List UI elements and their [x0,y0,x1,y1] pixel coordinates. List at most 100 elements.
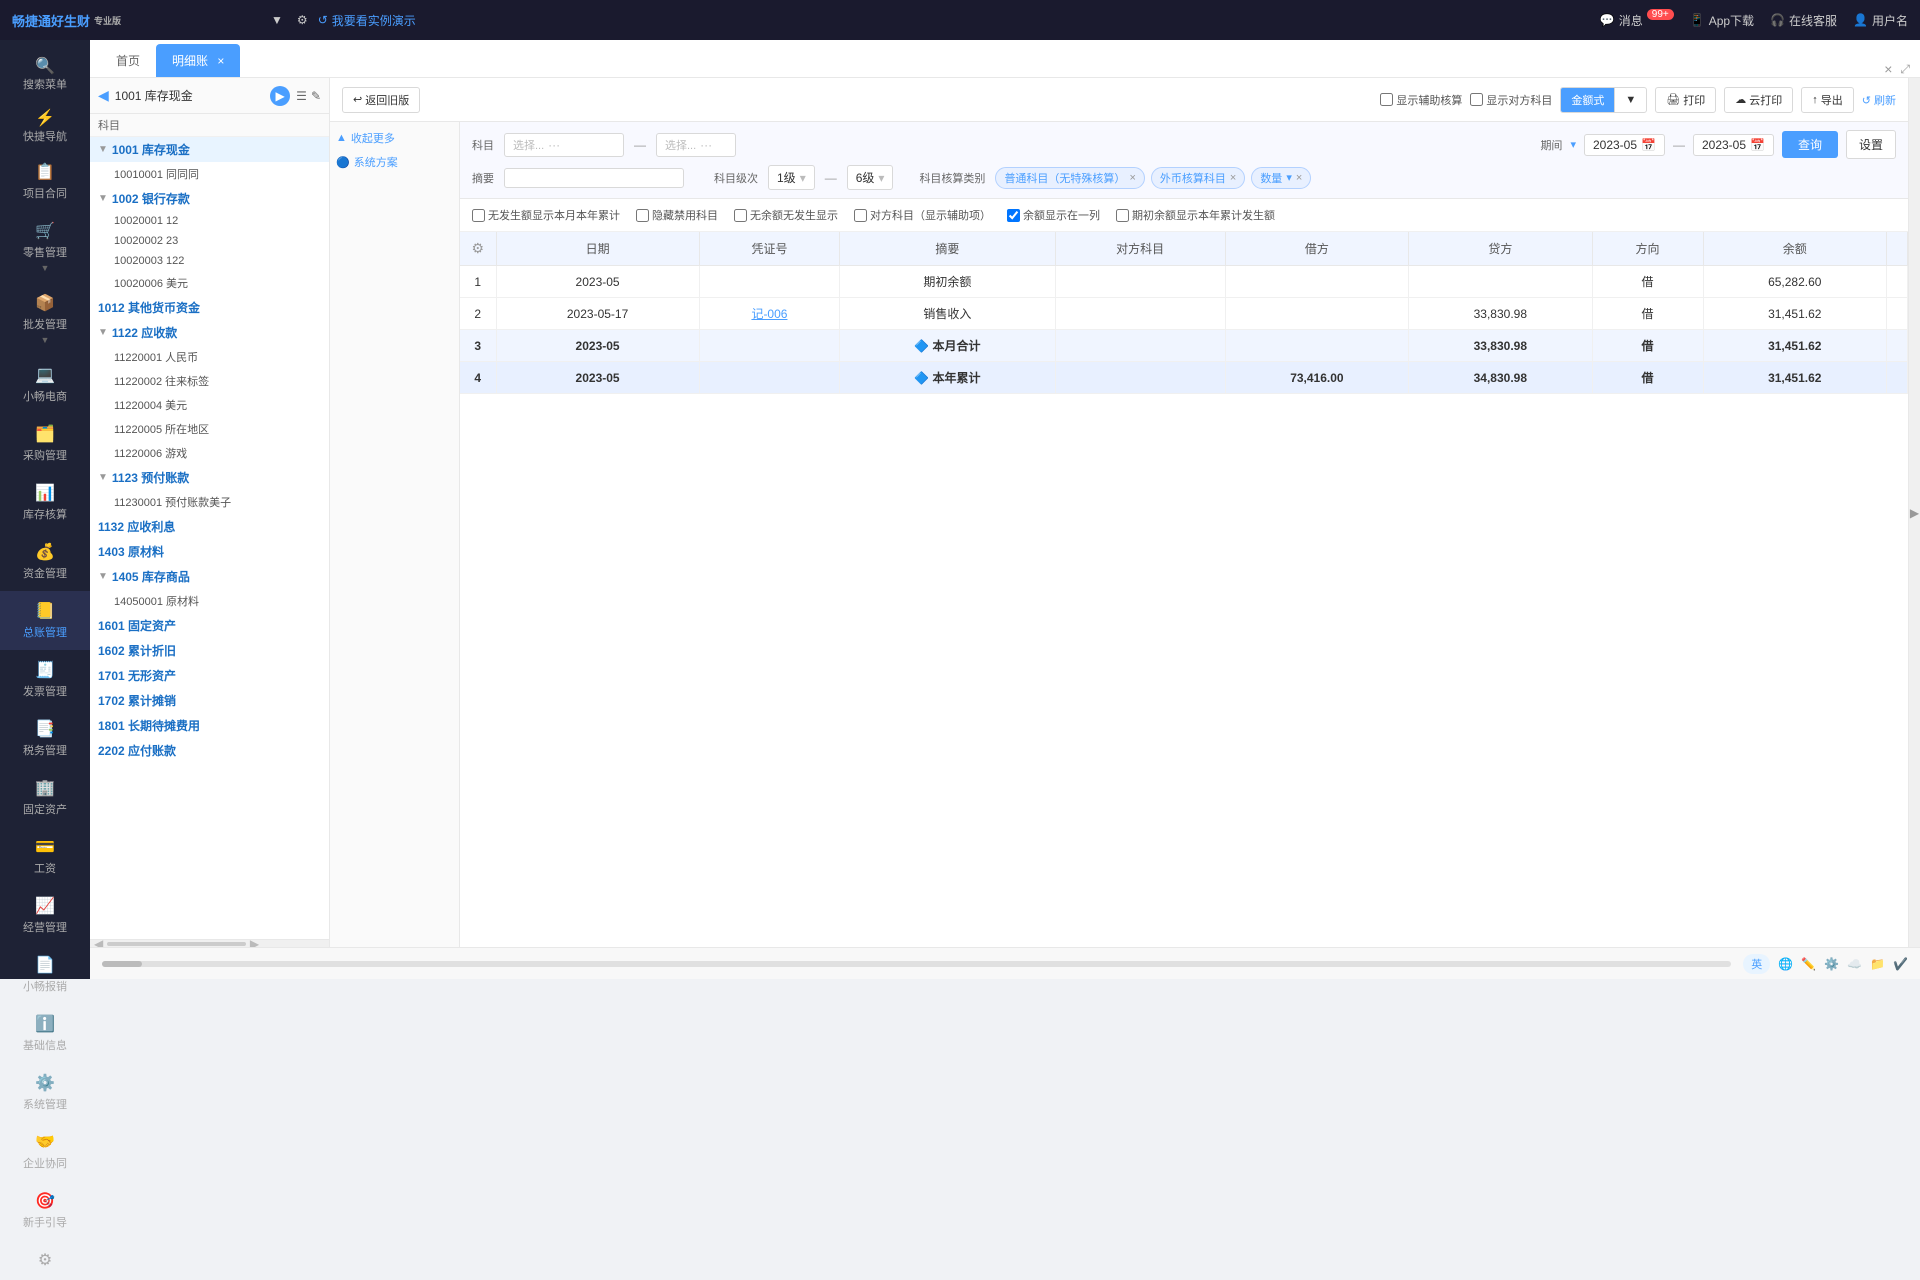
settings-icon[interactable]: ⚙ [297,13,308,27]
tree-item-10020006[interactable]: 10020006 美元 [90,271,329,295]
sidebar-item-invoice[interactable]: 🧾 发票管理 [0,650,90,709]
tree-item-1801[interactable]: 1801 长期待摊费用 [90,713,329,738]
tree-item-1002[interactable]: ▼ 1002 银行存款 [90,186,329,211]
tree-item-1123[interactable]: ▼ 1123 预付账款 [90,465,329,490]
tree-item-1601[interactable]: 1601 固定资产 [90,613,329,638]
sidebar-item-salary[interactable]: 💳 工资 [0,827,90,886]
cb-opposite-input[interactable] [854,209,867,222]
scroll-left-icon[interactable]: ◀ [94,937,103,948]
bottom-icon-4[interactable]: ☁️ [1847,957,1862,971]
demo-link[interactable]: ↺ 我要看实例演示 [318,12,416,29]
tree-item-10020002[interactable]: 10020002 23 [90,231,329,251]
query-btn[interactable]: 查询 [1782,131,1838,158]
window-expand-btn[interactable]: ⤢ [1900,62,1910,77]
title-dropdown[interactable]: ▼ [271,13,283,27]
calc-tag-foreign-close[interactable]: × [1230,172,1236,184]
sidebar-item-retail[interactable]: 🛒 零售管理 ▼ [0,211,90,283]
cb-hide-disabled-input[interactable] [636,209,649,222]
tree-item-11220001[interactable]: 11220001 人民币 [90,345,329,369]
sidebar-item-search[interactable]: 🔍 搜索菜单 [0,48,90,100]
voucher-link-2[interactable]: 记-006 [751,307,787,321]
tab-detail[interactable]: 明细账 × [156,44,240,77]
sidebar-item-fixed-assets[interactable]: 🏢 固定资产 [0,768,90,827]
bottom-scroll-thumb[interactable] [102,961,142,967]
cb-no-balance2-input[interactable] [734,209,747,222]
bottom-scrollbar[interactable] [102,961,1731,967]
refresh-btn[interactable]: ↺ 刷新 [1862,92,1896,108]
collapse-btn[interactable]: ▲ 收起更多 [336,130,453,146]
tree-add-icon[interactable]: ✎ [311,89,321,103]
subject-input-group2[interactable]: 选择... ··· [656,133,736,157]
tree-item-1132[interactable]: 1132 应收利息 [90,514,329,539]
tree-item-1602[interactable]: 1602 累计折旧 [90,638,329,663]
bottom-icon-5[interactable]: 📁 [1870,957,1885,971]
sidebar-item-purchase[interactable]: 🗂️ 采购管理 [0,414,90,473]
level-from-select[interactable]: 1级 ▾ [768,165,815,190]
show-opposite-input[interactable] [1470,93,1483,106]
tree-item-1122[interactable]: ▼ 1122 应收款 [90,320,329,345]
bottom-icon-1[interactable]: 🌐 [1778,957,1793,971]
cb-hide-disabled[interactable]: 隐藏禁用科目 [636,207,718,223]
calc-tag-foreign[interactable]: 外币核算科目 × [1151,167,1245,189]
tree-nav-btn[interactable]: ▶ [270,86,290,106]
cb-opposite[interactable]: 对方科目（显示辅助项） [854,207,991,223]
format-dropdown-btn[interactable]: ▼ [1615,90,1646,110]
tree-scroll[interactable]: ▼ 1001 库存现金 10010001 同同同 ▼ 1002 银行存款 100… [90,137,329,939]
sidebar-item-wholesale[interactable]: 📦 批发管理 ▼ [0,283,90,355]
sidebar-item-basic-info[interactable]: ℹ️ 基础信息 [0,1004,90,1063]
setting-btn[interactable]: 设置 [1846,130,1896,159]
print-btn[interactable]: 🖨 打印 [1655,87,1716,113]
tree-item-1001[interactable]: ▼ 1001 库存现金 [90,137,329,162]
period-from-input[interactable]: 2023-05 📅 [1584,134,1665,156]
online-service-btn[interactable]: 🎧 在线客服 [1770,12,1837,29]
tree-list-icon[interactable]: ☰ [296,89,307,103]
tree-item-2202[interactable]: 2202 应付账款 [90,738,329,763]
tree-item-11220004[interactable]: 11220004 美元 [90,393,329,417]
cb-no-balance[interactable]: 无发生额显示本月本年累计 [472,207,620,223]
scheme-item[interactable]: 🔵 系统方案 [336,154,453,170]
sidebar-item-quick-nav[interactable]: ⚡ 快捷导航 [0,100,90,152]
row-voucher-2[interactable]: 记-006 [699,298,840,330]
sidebar-item-cooperation[interactable]: 🤝 企业协同 [0,1122,90,1181]
cb-balance-col[interactable]: 余额显示在一列 [1007,207,1100,223]
tree-item-11220002[interactable]: 11220002 往来标签 [90,369,329,393]
show-opposite-checkbox[interactable]: 显示对方科目 [1470,92,1552,108]
title-input[interactable] [131,13,261,27]
bottom-icon-2[interactable]: ✏️ [1801,957,1816,971]
sidebar-item-ledger[interactable]: 📒 总账管理 [0,591,90,650]
calc-tag-ordinary-close[interactable]: × [1129,172,1135,184]
sidebar-gear-icon[interactable]: ⚙ [38,1250,52,1270]
cb-initial-input[interactable] [1116,209,1129,222]
table-settings-icon[interactable]: ⚙ [471,240,484,256]
user-avatar[interactable]: 👤 用户名 [1853,12,1908,29]
level-to-select[interactable]: 6级 ▾ [847,165,894,190]
calc-tag-quantity[interactable]: 数量 ▾ × [1251,167,1311,189]
tree-item-1403[interactable]: 1403 原材料 [90,539,329,564]
sidebar-item-capital[interactable]: 💰 资金管理 [0,532,90,591]
right-handle[interactable]: ▶ [1908,78,1920,947]
cb-no-balance2[interactable]: 无余额无发生显示 [734,207,838,223]
show-aux-checkbox[interactable]: 显示辅助核算 [1380,92,1462,108]
bottom-icon-6[interactable]: ✔️ [1893,957,1908,971]
calc-tag-ordinary[interactable]: 普通科目（无特殊核算） × [995,167,1144,189]
app-download-btn[interactable]: 📱 App下载 [1690,12,1754,29]
cb-no-balance-input[interactable] [472,209,485,222]
sidebar-item-system[interactable]: ⚙️ 系统管理 [0,1063,90,1122]
sidebar-item-guide[interactable]: 🎯 新手引导 [0,1181,90,1240]
sidebar-item-project[interactable]: 📋 项目合同 [0,152,90,211]
tree-item-1701[interactable]: 1701 无形资产 [90,663,329,688]
window-close-btn[interactable]: × [1884,61,1892,77]
tab-home[interactable]: 首页 [100,44,156,77]
sidebar-item-stock[interactable]: 📊 库存核算 [0,473,90,532]
tree-item-1702[interactable]: 1702 累计摊销 [90,688,329,713]
cloud-print-btn[interactable]: ☁ 云打印 [1724,87,1793,113]
tree-item-10020003[interactable]: 10020003 122 [90,251,329,271]
sidebar-item-xiao-sales[interactable]: 📄 小畅报销 [0,945,90,1004]
subject-input-group[interactable]: 选择... ··· [504,133,624,157]
period-dropdown[interactable]: ▾ [1570,138,1576,151]
show-aux-input[interactable] [1380,93,1393,106]
tree-scroll-thumb[interactable] [107,942,246,946]
settings-col-header[interactable]: ⚙ [460,232,496,266]
summary-input[interactable] [504,168,684,188]
tree-scrollbar[interactable]: ◀ ▶ [90,939,329,947]
